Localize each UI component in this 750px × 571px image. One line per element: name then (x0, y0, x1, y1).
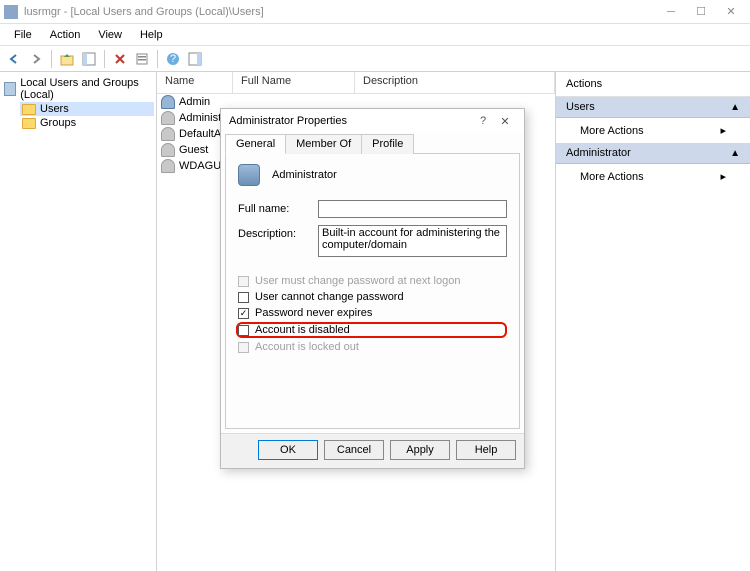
actions-pane-title: Actions (556, 72, 750, 97)
full-name-label: Full name: (238, 200, 318, 215)
maximize-button[interactable]: ☐ (686, 2, 716, 22)
list-cell-name: Admin (179, 96, 210, 108)
properties-button[interactable] (132, 49, 152, 69)
dialog-help-button[interactable]: ? (472, 112, 494, 130)
actions-section-administrator[interactable]: Administrator ▲ (556, 143, 750, 164)
checkbox-label: Password never expires (255, 307, 372, 319)
actions-more-administrator[interactable]: More Actions ▸ (556, 164, 750, 189)
actions-section-label: Users (566, 101, 595, 113)
checkbox-label: User must change password at next logon (255, 275, 460, 287)
toolbar: ? (0, 46, 750, 72)
checkbox-label: Account is disabled (255, 324, 350, 336)
toolbar-separator (104, 50, 105, 68)
menu-help[interactable]: Help (132, 27, 171, 43)
actions-more-users[interactable]: More Actions ▸ (556, 118, 750, 143)
user-icon (161, 111, 175, 125)
menu-bar: File Action View Help (0, 24, 750, 46)
chevron-right-icon: ▸ (720, 170, 726, 183)
tree-item-label: Groups (40, 117, 76, 129)
checkbox-label: User cannot change password (255, 291, 404, 303)
tab-profile[interactable]: Profile (361, 134, 414, 154)
show-hide-console-tree-button[interactable] (79, 49, 99, 69)
tab-general[interactable]: General (225, 134, 286, 154)
caret-up-icon: ▲ (730, 102, 740, 113)
description-field[interactable] (318, 225, 507, 257)
checkbox-icon (238, 342, 249, 353)
up-button[interactable] (57, 49, 77, 69)
dialog-title: Administrator Properties (229, 115, 472, 127)
check-cannot-change-password[interactable]: User cannot change password (238, 290, 507, 304)
check-must-change-password: User must change password at next logon (238, 274, 507, 288)
delete-button[interactable] (110, 49, 130, 69)
cancel-button[interactable]: Cancel (324, 440, 384, 460)
tab-member-of[interactable]: Member Of (285, 134, 362, 154)
administrator-properties-dialog: Administrator Properties ? ✕ General Mem… (220, 108, 525, 469)
dialog-body: Administrator Full name: Description: Us… (225, 153, 520, 429)
minimize-button[interactable]: ─ (656, 2, 686, 22)
actions-section-users[interactable]: Users ▲ (556, 97, 750, 118)
tree-item-groups[interactable]: Groups (20, 116, 154, 130)
actions-link-label: More Actions (580, 125, 644, 137)
window-titlebar: lusrmgr - [Local Users and Groups (Local… (0, 0, 750, 24)
svg-text:?: ? (170, 53, 176, 65)
caret-up-icon: ▲ (730, 148, 740, 159)
toolbar-separator (51, 50, 52, 68)
column-name[interactable]: Name (157, 72, 233, 93)
user-icon (238, 164, 260, 186)
full-name-field[interactable] (318, 200, 507, 218)
checkbox-icon[interactable] (238, 325, 249, 336)
checkbox-icon[interactable] (238, 308, 249, 319)
forward-button[interactable] (26, 49, 46, 69)
actions-pane: Actions Users ▲ More Actions ▸ Administr… (556, 72, 750, 571)
menu-file[interactable]: File (6, 27, 40, 43)
list-header: Name Full Name Description (157, 72, 555, 94)
actions-section-label: Administrator (566, 147, 631, 159)
app-icon (4, 5, 18, 19)
dialog-tabs: General Member Of Profile (221, 133, 524, 153)
help-button[interactable]: Help (456, 440, 516, 460)
user-icon (161, 95, 175, 109)
actions-link-label: More Actions (580, 171, 644, 183)
user-icon (161, 143, 175, 157)
column-full-name[interactable]: Full Name (233, 72, 355, 93)
window-title: lusrmgr - [Local Users and Groups (Local… (24, 6, 656, 18)
checkbox-icon (238, 276, 249, 287)
checkbox-icon[interactable] (238, 292, 249, 303)
tree-item-label: Users (40, 103, 69, 115)
user-icon (161, 127, 175, 141)
show-hide-action-pane-button[interactable] (185, 49, 205, 69)
apply-button[interactable]: Apply (390, 440, 450, 460)
chevron-right-icon: ▸ (720, 124, 726, 137)
dialog-titlebar: Administrator Properties ? ✕ (221, 109, 524, 133)
description-label: Description: (238, 225, 318, 240)
list-cell-name: Guest (179, 144, 208, 156)
close-button[interactable]: ✕ (716, 2, 746, 22)
back-button[interactable] (4, 49, 24, 69)
check-password-never-expires[interactable]: Password never expires (238, 306, 507, 320)
dialog-user-name: Administrator (272, 169, 337, 181)
help-button[interactable]: ? (163, 49, 183, 69)
ok-button[interactable]: OK (258, 440, 318, 460)
folder-icon (22, 104, 36, 115)
check-account-is-disabled[interactable]: Account is disabled (236, 322, 507, 338)
column-description[interactable]: Description (355, 72, 555, 93)
console-tree-pane: Local Users and Groups (Local) Users Gro… (0, 72, 157, 571)
checkbox-label: Account is locked out (255, 341, 359, 353)
toolbar-separator (157, 50, 158, 68)
users-groups-icon (4, 82, 16, 96)
tree-item-users[interactable]: Users (20, 102, 154, 116)
tree-root[interactable]: Local Users and Groups (Local) (2, 76, 154, 102)
menu-action[interactable]: Action (42, 27, 89, 43)
user-icon (161, 159, 175, 173)
tree-root-label: Local Users and Groups (Local) (20, 77, 152, 101)
dialog-footer: OK Cancel Apply Help (221, 433, 524, 468)
folder-icon (22, 118, 36, 129)
check-account-locked-out: Account is locked out (238, 340, 507, 354)
menu-view[interactable]: View (90, 27, 130, 43)
dialog-close-button[interactable]: ✕ (494, 112, 516, 130)
